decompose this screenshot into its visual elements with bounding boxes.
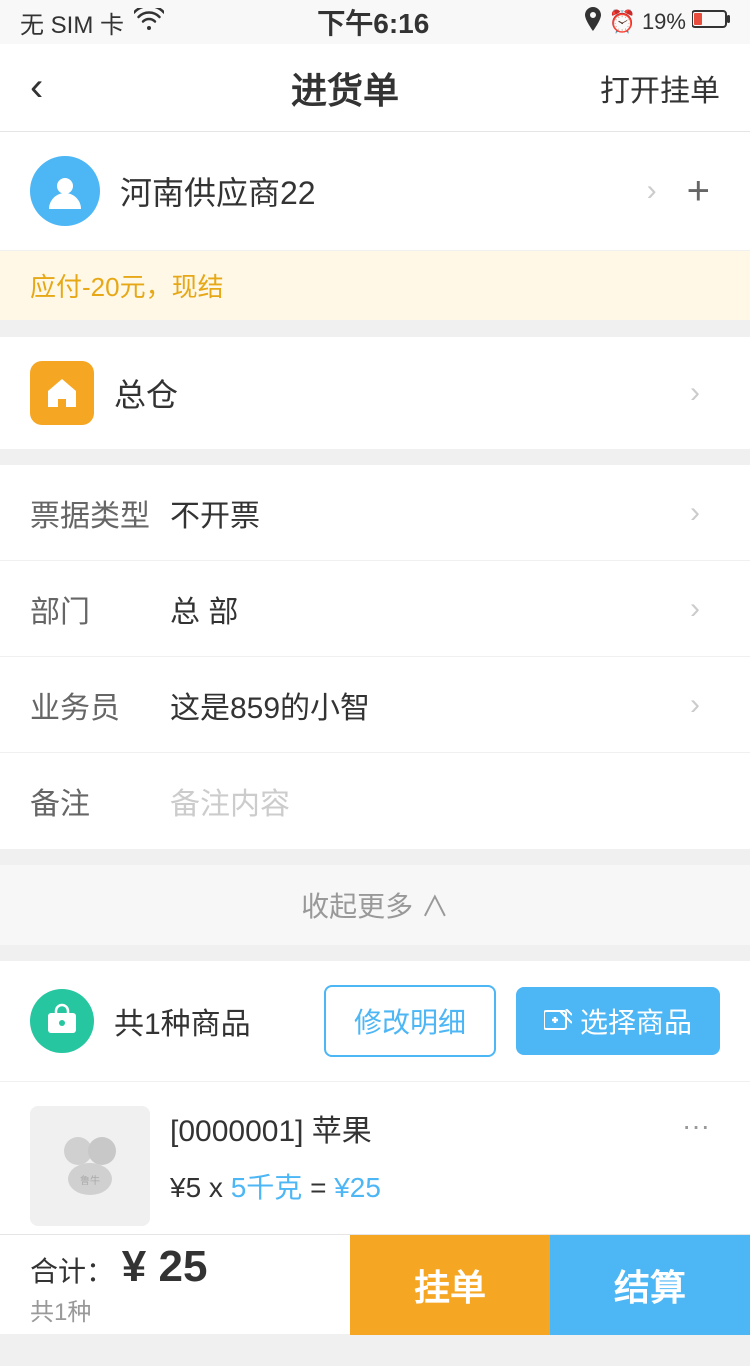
supplier-alert: 应付-20元，现结 bbox=[0, 251, 750, 321]
checkout-button[interactable]: 结算 bbox=[550, 1235, 750, 1335]
product-code: [0000001] bbox=[170, 1115, 312, 1148]
svg-text:鲁牛: 鲁牛 bbox=[80, 1174, 100, 1187]
product-name: [0000001] 苹果 bbox=[170, 1106, 652, 1150]
status-time: 下午6:16 bbox=[317, 2, 429, 42]
collapse-label: 收起更多 ∧ bbox=[301, 885, 449, 925]
status-left: 无 SIM 卡 bbox=[20, 5, 164, 40]
battery-level: 19% bbox=[642, 9, 686, 35]
product-item: 鲁牛 [0000001] 苹果 ¥5 x 5千克 = ¥25 ··· bbox=[0, 1082, 750, 1250]
product-thumbnail: 鲁牛 bbox=[30, 1106, 150, 1226]
product-more-button[interactable]: ··· bbox=[672, 1106, 720, 1146]
products-header: 共1种商品 修改明细 选择商品 bbox=[0, 961, 750, 1082]
dept-row[interactable]: 部门 总 部 › bbox=[0, 561, 750, 657]
staff-chevron-icon: › bbox=[690, 688, 700, 722]
dept-value: 总 部 bbox=[170, 587, 690, 631]
total-amount: ¥ 25 bbox=[122, 1242, 208, 1291]
battery-icon bbox=[692, 9, 730, 35]
product-info: [0000001] 苹果 ¥5 x 5千克 = ¥25 bbox=[170, 1106, 652, 1206]
staff-value: 这是859的小智 bbox=[170, 683, 690, 727]
footer: 合计： ¥ 25 共1种 挂单 结算 bbox=[0, 1234, 750, 1334]
supplier-row[interactable]: 河南供应商22 › + bbox=[0, 132, 750, 251]
add-supplier-button[interactable]: + bbox=[677, 169, 720, 214]
open-pending-button[interactable]: 打开挂单 bbox=[600, 66, 720, 110]
remarks-label: 备注 bbox=[30, 779, 170, 823]
warehouse-name: 总仓 bbox=[114, 370, 690, 416]
remarks-row[interactable]: 备注 备注内容 bbox=[0, 753, 750, 849]
wifi-icon bbox=[134, 8, 164, 37]
main-content: 河南供应商22 › + 应付-20元，现结 总仓 › 票据类型 不开票 › 部门 bbox=[0, 132, 750, 1366]
products-card: 共1种商品 修改明细 选择商品 鲁牛 bbox=[0, 961, 750, 1250]
products-icon bbox=[30, 989, 94, 1053]
supplier-name: 河南供应商22 bbox=[120, 168, 647, 214]
supplier-avatar bbox=[30, 156, 100, 226]
warehouse-row[interactable]: 总仓 › bbox=[0, 337, 750, 449]
status-right: ⏰ 19% bbox=[583, 7, 730, 37]
products-count: 共1种商品 bbox=[114, 999, 304, 1043]
form-section: 票据类型 不开票 › 部门 总 部 › 业务员 这是859的小智 › 备注 备注… bbox=[0, 465, 750, 849]
total-label: 合计： bbox=[30, 1256, 114, 1287]
pending-button[interactable]: 挂单 bbox=[350, 1235, 550, 1335]
location-icon bbox=[583, 7, 603, 37]
warehouse-card[interactable]: 总仓 › bbox=[0, 337, 750, 449]
back-button[interactable]: ‹ bbox=[30, 65, 90, 110]
quantity: 5千克 bbox=[231, 1172, 303, 1203]
unit-price: ¥5 x bbox=[170, 1172, 231, 1203]
select-product-label: 选择商品 bbox=[580, 1001, 692, 1041]
status-bar: 无 SIM 卡 下午6:16 ⏰ 19% bbox=[0, 0, 750, 44]
product-title: 苹果 bbox=[312, 1115, 372, 1148]
equals: = bbox=[310, 1172, 334, 1203]
invoice-chevron-icon: › bbox=[690, 496, 700, 530]
total-price: ¥25 bbox=[334, 1172, 381, 1203]
remarks-input[interactable]: 备注内容 bbox=[170, 779, 720, 823]
dept-label: 部门 bbox=[30, 587, 170, 631]
edit-detail-button[interactable]: 修改明细 bbox=[324, 985, 496, 1057]
warehouse-chevron-icon: › bbox=[690, 376, 700, 410]
collapse-button[interactable]: 收起更多 ∧ bbox=[0, 865, 750, 945]
page-title: 进货单 bbox=[291, 62, 399, 114]
footer-count: 共1种 bbox=[30, 1292, 320, 1327]
dept-chevron-icon: › bbox=[690, 592, 700, 626]
product-price: ¥5 x 5千克 = ¥25 bbox=[170, 1166, 652, 1206]
footer-total: 合计： ¥ 25 共1种 bbox=[0, 1242, 350, 1327]
warehouse-icon bbox=[30, 361, 94, 425]
supplier-card: 河南供应商22 › + 应付-20元，现结 bbox=[0, 132, 750, 321]
invoice-type-row[interactable]: 票据类型 不开票 › bbox=[0, 465, 750, 561]
supplier-chevron-icon: › bbox=[647, 174, 657, 208]
invoice-label: 票据类型 bbox=[30, 491, 170, 535]
select-product-button[interactable]: 选择商品 bbox=[516, 987, 720, 1055]
nav-bar: ‹ 进货单 打开挂单 bbox=[0, 44, 750, 132]
alarm-icon: ⏰ bbox=[609, 9, 636, 35]
sim-status: 无 SIM 卡 bbox=[20, 5, 124, 40]
total-row: 合计： ¥ 25 bbox=[30, 1242, 320, 1292]
invoice-value: 不开票 bbox=[170, 491, 690, 535]
staff-row[interactable]: 业务员 这是859的小智 › bbox=[0, 657, 750, 753]
staff-label: 业务员 bbox=[30, 683, 170, 727]
